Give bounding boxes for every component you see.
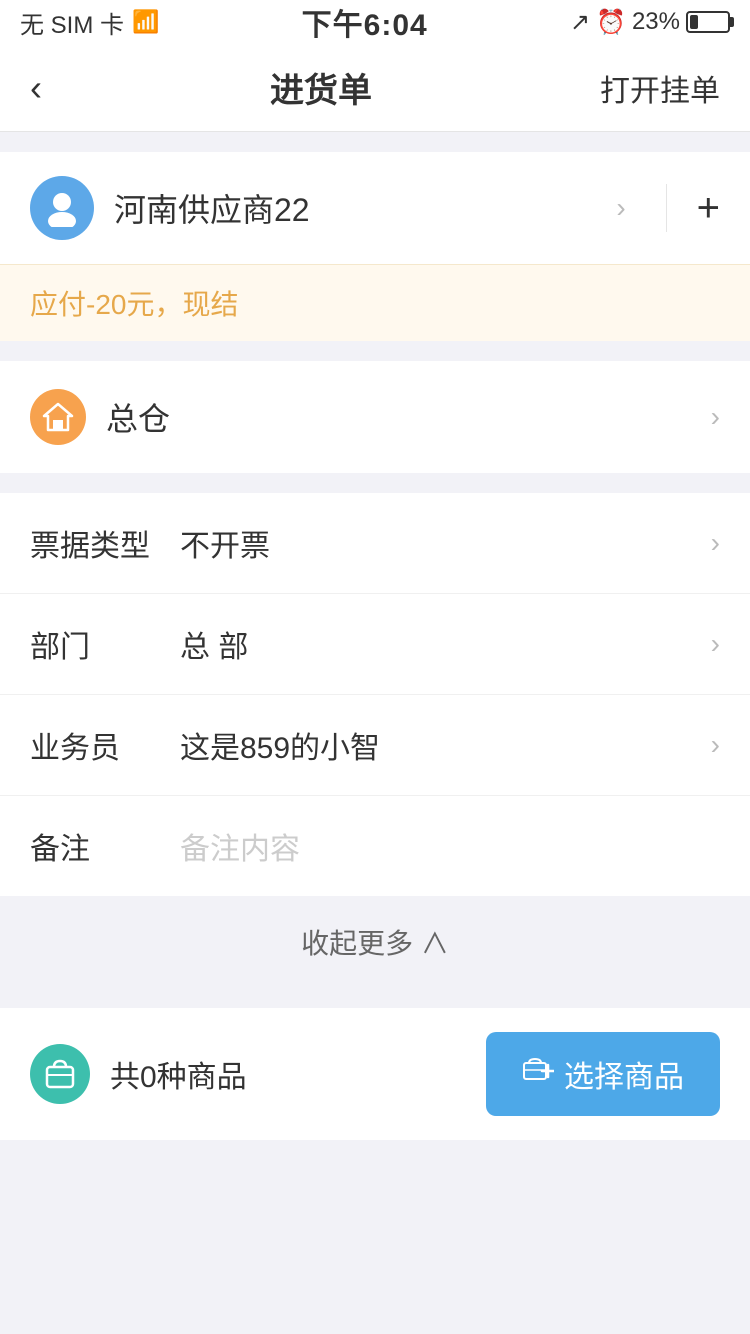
invoice-key: 票据类型: [30, 521, 170, 565]
warehouse-card: 总仓 ›: [0, 361, 750, 473]
supplier-row[interactable]: 河南供应商22 › +: [0, 152, 750, 264]
alarm-icon: ⏰: [596, 8, 626, 37]
warehouse-chevron-icon: ›: [711, 401, 720, 433]
add-supplier-button[interactable]: +: [697, 186, 720, 231]
form-section: 票据类型 不开票 › 部门 总 部 › 业务员 这是859的小智 › 备注 备注…: [0, 493, 750, 896]
dept-row[interactable]: 部门 总 部 ›: [0, 594, 750, 695]
product-count: 共0种商品: [110, 1052, 486, 1096]
invoice-row[interactable]: 票据类型 不开票 ›: [0, 493, 750, 594]
staff-row[interactable]: 业务员 这是859的小智 ›: [0, 695, 750, 796]
house-icon: [42, 401, 74, 433]
carrier-label: 无 SIM 卡: [20, 5, 124, 40]
dept-chevron-icon: ›: [711, 628, 720, 660]
open-pending-button[interactable]: 打开挂单: [600, 66, 720, 110]
warehouse-icon: [30, 389, 86, 445]
supplier-avatar: [30, 176, 94, 240]
staff-value: 这是859的小智: [170, 723, 711, 767]
remark-row[interactable]: 备注 备注内容: [0, 796, 750, 896]
wifi-icon: 📶: [132, 9, 159, 35]
content: 河南供应商22 › + 应付-20元，现结 总仓 › 票据类型 不开票: [0, 152, 750, 1140]
location-icon: ↗: [570, 8, 590, 37]
product-section: 共0种商品 选择商品: [0, 1008, 750, 1140]
battery-percent: 23%: [632, 8, 680, 36]
status-bar: 无 SIM 卡 📶 下午6:04 ↗ ⏰ 23%: [0, 0, 750, 44]
divider: [666, 184, 667, 232]
collapse-label: 收起更多 ∧: [301, 922, 449, 962]
notice-bar: 应付-20元，现结: [0, 264, 750, 341]
remark-key: 备注: [30, 824, 170, 868]
select-btn-icon: [522, 1057, 554, 1092]
supplier-chevron-icon: ›: [616, 192, 625, 224]
cart-plus-icon: [522, 1057, 554, 1085]
remark-input[interactable]: 备注内容: [170, 824, 720, 868]
staff-chevron-icon: ›: [711, 729, 720, 761]
battery-icon: [686, 11, 730, 33]
notice-text: 应付-20元，现结: [30, 289, 238, 320]
status-left: 无 SIM 卡 📶: [20, 5, 159, 40]
product-icon: [30, 1044, 90, 1104]
status-time: 下午6:04: [302, 0, 428, 44]
back-button[interactable]: ‹: [30, 67, 42, 109]
collapse-button[interactable]: 收起更多 ∧: [0, 896, 750, 988]
invoice-chevron-icon: ›: [711, 527, 720, 559]
page-title: 进货单: [270, 63, 372, 112]
select-product-button[interactable]: 选择商品: [486, 1032, 720, 1116]
nav-bar: ‹ 进货单 打开挂单: [0, 44, 750, 132]
dept-key: 部门: [30, 622, 170, 666]
status-right: ↗ ⏰ 23%: [570, 8, 730, 37]
warehouse-row[interactable]: 总仓 ›: [0, 361, 750, 473]
supplier-name: 河南供应商22: [114, 185, 616, 231]
select-product-label: 选择商品: [564, 1052, 684, 1096]
dept-value: 总 部: [170, 622, 711, 666]
staff-key: 业务员: [30, 723, 170, 767]
shopping-icon: [43, 1057, 77, 1091]
supplier-card: 河南供应商22 › + 应付-20元，现结: [0, 152, 750, 341]
invoice-value: 不开票: [170, 521, 711, 565]
person-icon: [43, 189, 81, 227]
warehouse-name: 总仓: [106, 394, 711, 440]
